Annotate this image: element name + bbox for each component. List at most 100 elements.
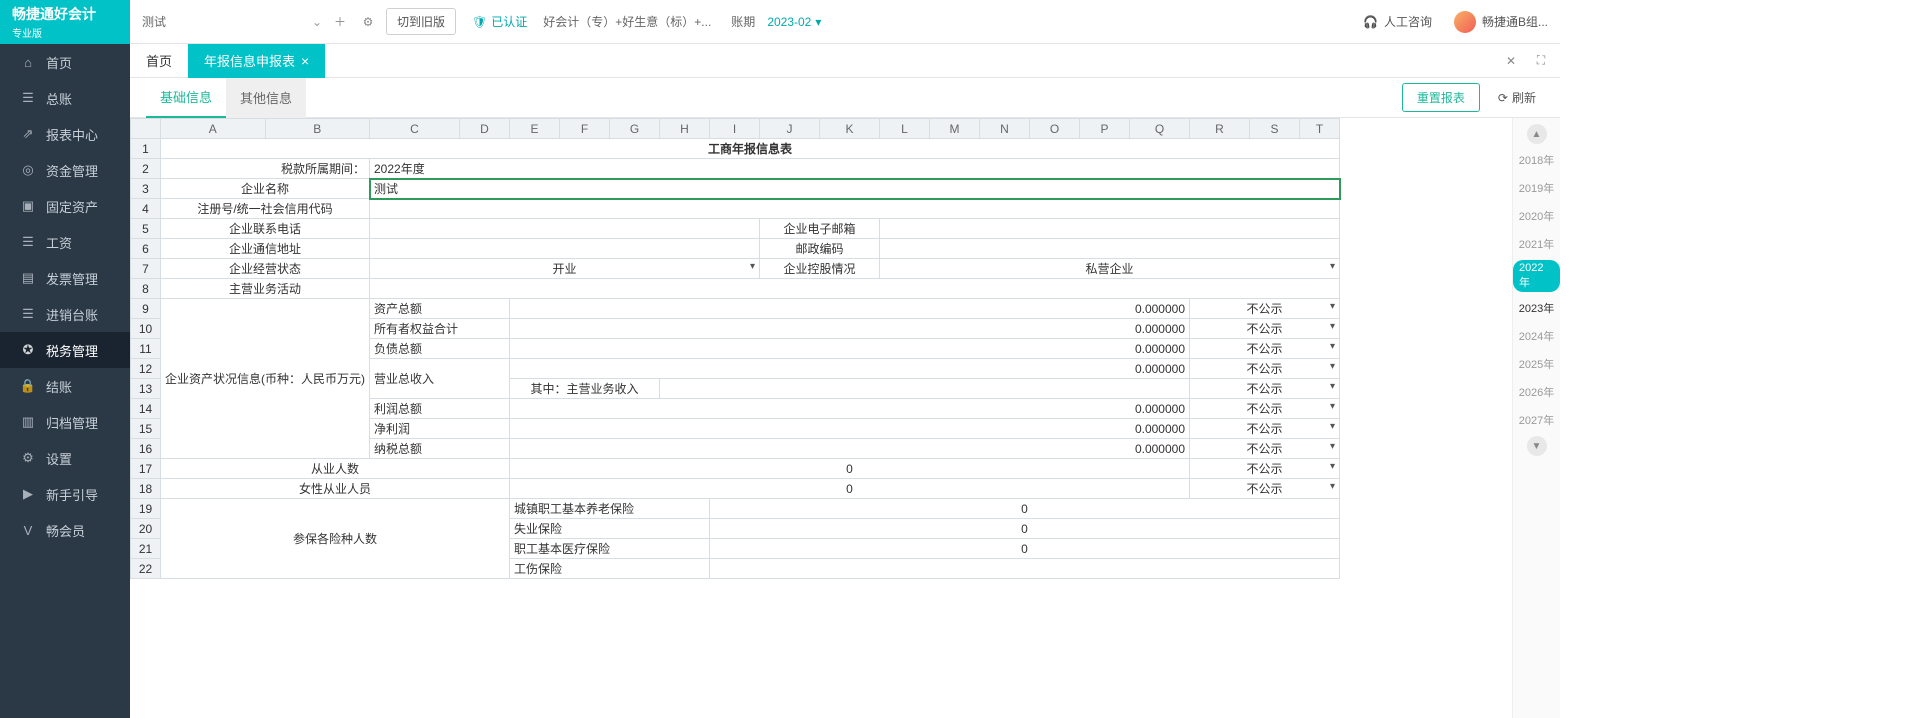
col-D[interactable]: D — [460, 119, 510, 139]
tab-home[interactable]: 首页 — [130, 44, 188, 78]
row-8[interactable]: 8 — [131, 279, 161, 299]
ins3-value[interactable]: 0 — [710, 539, 1340, 559]
row-17[interactable]: 17 — [131, 459, 161, 479]
row-12[interactable]: 12 — [131, 359, 161, 379]
row-10[interactable]: 10 — [131, 319, 161, 339]
owner-equity-public[interactable]: 不公示 — [1190, 319, 1340, 339]
sidebar-item-tax[interactable]: ✪税务管理 — [0, 332, 130, 368]
year-2026[interactable]: 2026年 — [1519, 380, 1554, 404]
year-2027[interactable]: 2027年 — [1519, 408, 1554, 432]
status-select[interactable]: 开业 — [370, 259, 760, 279]
company-selector[interactable]: 测试 ⌄ — [142, 13, 322, 30]
row-19[interactable]: 19 — [131, 499, 161, 519]
row-1[interactable]: 1 — [131, 139, 161, 159]
ins4-value[interactable] — [710, 559, 1340, 579]
sidebar-item-archive[interactable]: ▥归档管理 — [0, 404, 130, 440]
ins2-value[interactable]: 0 — [710, 519, 1340, 539]
spreadsheet[interactable]: A B C D E F G H I J K L M — [130, 118, 1512, 718]
asset-total-public[interactable]: 不公示 — [1190, 299, 1340, 319]
year-2022[interactable]: 2022年 — [1513, 260, 1560, 292]
row-14[interactable]: 14 — [131, 399, 161, 419]
col-Q[interactable]: Q — [1130, 119, 1190, 139]
sidebar-item-funds[interactable]: ◎资金管理 — [0, 152, 130, 188]
col-H[interactable]: H — [660, 119, 710, 139]
sidebar-item-inventory[interactable]: ☰进销台账 — [0, 296, 130, 332]
col-S[interactable]: S — [1250, 119, 1300, 139]
tab-annual-report[interactable]: 年报信息申报表 × — [188, 44, 325, 78]
row-7[interactable]: 7 — [131, 259, 161, 279]
close-all-tabs-button[interactable]: ✕ — [1500, 50, 1522, 72]
gross-income-value[interactable]: 0.000000 — [510, 359, 1190, 379]
employees-value[interactable]: 0 — [510, 459, 1190, 479]
col-P[interactable]: P — [1080, 119, 1130, 139]
corner-cell[interactable] — [131, 119, 161, 139]
address-input[interactable] — [370, 239, 760, 259]
row-3[interactable]: 3 — [131, 179, 161, 199]
row-5[interactable]: 5 — [131, 219, 161, 239]
row-11[interactable]: 11 — [131, 339, 161, 359]
row-16[interactable]: 16 — [131, 439, 161, 459]
sidebar-item-vip[interactable]: V畅会员 — [0, 512, 130, 548]
col-B[interactable]: B — [265, 119, 370, 139]
year-2024[interactable]: 2024年 — [1519, 324, 1554, 348]
col-K[interactable]: K — [820, 119, 880, 139]
ins1-value[interactable]: 0 — [710, 499, 1340, 519]
sidebar-item-guide[interactable]: ▶新手引导 — [0, 476, 130, 512]
fullscreen-button[interactable]: ⛶ — [1530, 50, 1552, 72]
net-profit-value[interactable]: 0.000000 — [510, 419, 1190, 439]
sidebar-item-assets[interactable]: ▣固定资产 — [0, 188, 130, 224]
main-income-value[interactable] — [660, 379, 1190, 399]
col-G[interactable]: G — [610, 119, 660, 139]
asset-total-value[interactable]: 0.000000 — [510, 299, 1190, 319]
row-22[interactable]: 22 — [131, 559, 161, 579]
tab-close-icon[interactable]: × — [301, 53, 309, 69]
profit-public[interactable]: 不公示 — [1190, 399, 1340, 419]
col-F[interactable]: F — [560, 119, 610, 139]
company-name-input[interactable]: 测试 — [370, 179, 1340, 199]
sidebar-item-reports[interactable]: ⇗报表中心 — [0, 116, 130, 152]
row-9[interactable]: 9 — [131, 299, 161, 319]
row-2[interactable]: 2 — [131, 159, 161, 179]
employees-public[interactable]: 不公示 — [1190, 459, 1340, 479]
col-O[interactable]: O — [1030, 119, 1080, 139]
col-L[interactable]: L — [880, 119, 930, 139]
subtab-basic[interactable]: 基础信息 — [146, 78, 226, 118]
female-value[interactable]: 0 — [510, 479, 1190, 499]
row-18[interactable]: 18 — [131, 479, 161, 499]
sidebar-item-ledger[interactable]: ☰总账 — [0, 80, 130, 116]
row-4[interactable]: 4 — [131, 199, 161, 219]
col-N[interactable]: N — [980, 119, 1030, 139]
year-2023[interactable]: 2023年 — [1519, 296, 1554, 320]
sidebar-item-invoice[interactable]: ▤发票管理 — [0, 260, 130, 296]
year-up-button[interactable]: ▲ — [1527, 124, 1547, 144]
add-company-button[interactable]: ＋ — [330, 12, 350, 32]
reg-no-input[interactable] — [370, 199, 1340, 219]
year-2025[interactable]: 2025年 — [1519, 352, 1554, 376]
company-settings-button[interactable]: ⚙ — [358, 12, 378, 32]
main-biz-input[interactable] — [370, 279, 1340, 299]
tax-period-value[interactable]: 2022年度 — [370, 159, 1340, 179]
postal-input[interactable] — [880, 239, 1340, 259]
sidebar-item-home[interactable]: ⌂首页 — [0, 44, 130, 80]
col-A[interactable]: A — [161, 119, 266, 139]
liability-value[interactable]: 0.000000 — [510, 339, 1190, 359]
tax-paid-public[interactable]: 不公示 — [1190, 439, 1340, 459]
col-I[interactable]: I — [710, 119, 760, 139]
row-15[interactable]: 15 — [131, 419, 161, 439]
sidebar-item-close[interactable]: 🔒结账 — [0, 368, 130, 404]
email-input[interactable] — [880, 219, 1340, 239]
support-button[interactable]: 🎧 人工咨询 — [1363, 13, 1432, 30]
col-R[interactable]: R — [1190, 119, 1250, 139]
profit-value[interactable]: 0.000000 — [510, 399, 1190, 419]
switch-old-button[interactable]: 切到旧版 — [386, 8, 456, 35]
year-2021[interactable]: 2021年 — [1519, 232, 1554, 256]
main-income-public[interactable]: 不公示 — [1190, 379, 1340, 399]
reset-report-button[interactable]: 重置报表 — [1402, 83, 1480, 112]
sidebar-item-salary[interactable]: ☰工资 — [0, 224, 130, 260]
period-selector[interactable]: 2023-02 ▾ — [767, 15, 821, 29]
col-E[interactable]: E — [510, 119, 560, 139]
phone-input[interactable] — [370, 219, 760, 239]
year-down-button[interactable]: ▼ — [1527, 436, 1547, 456]
col-T[interactable]: T — [1300, 119, 1340, 139]
row-20[interactable]: 20 — [131, 519, 161, 539]
